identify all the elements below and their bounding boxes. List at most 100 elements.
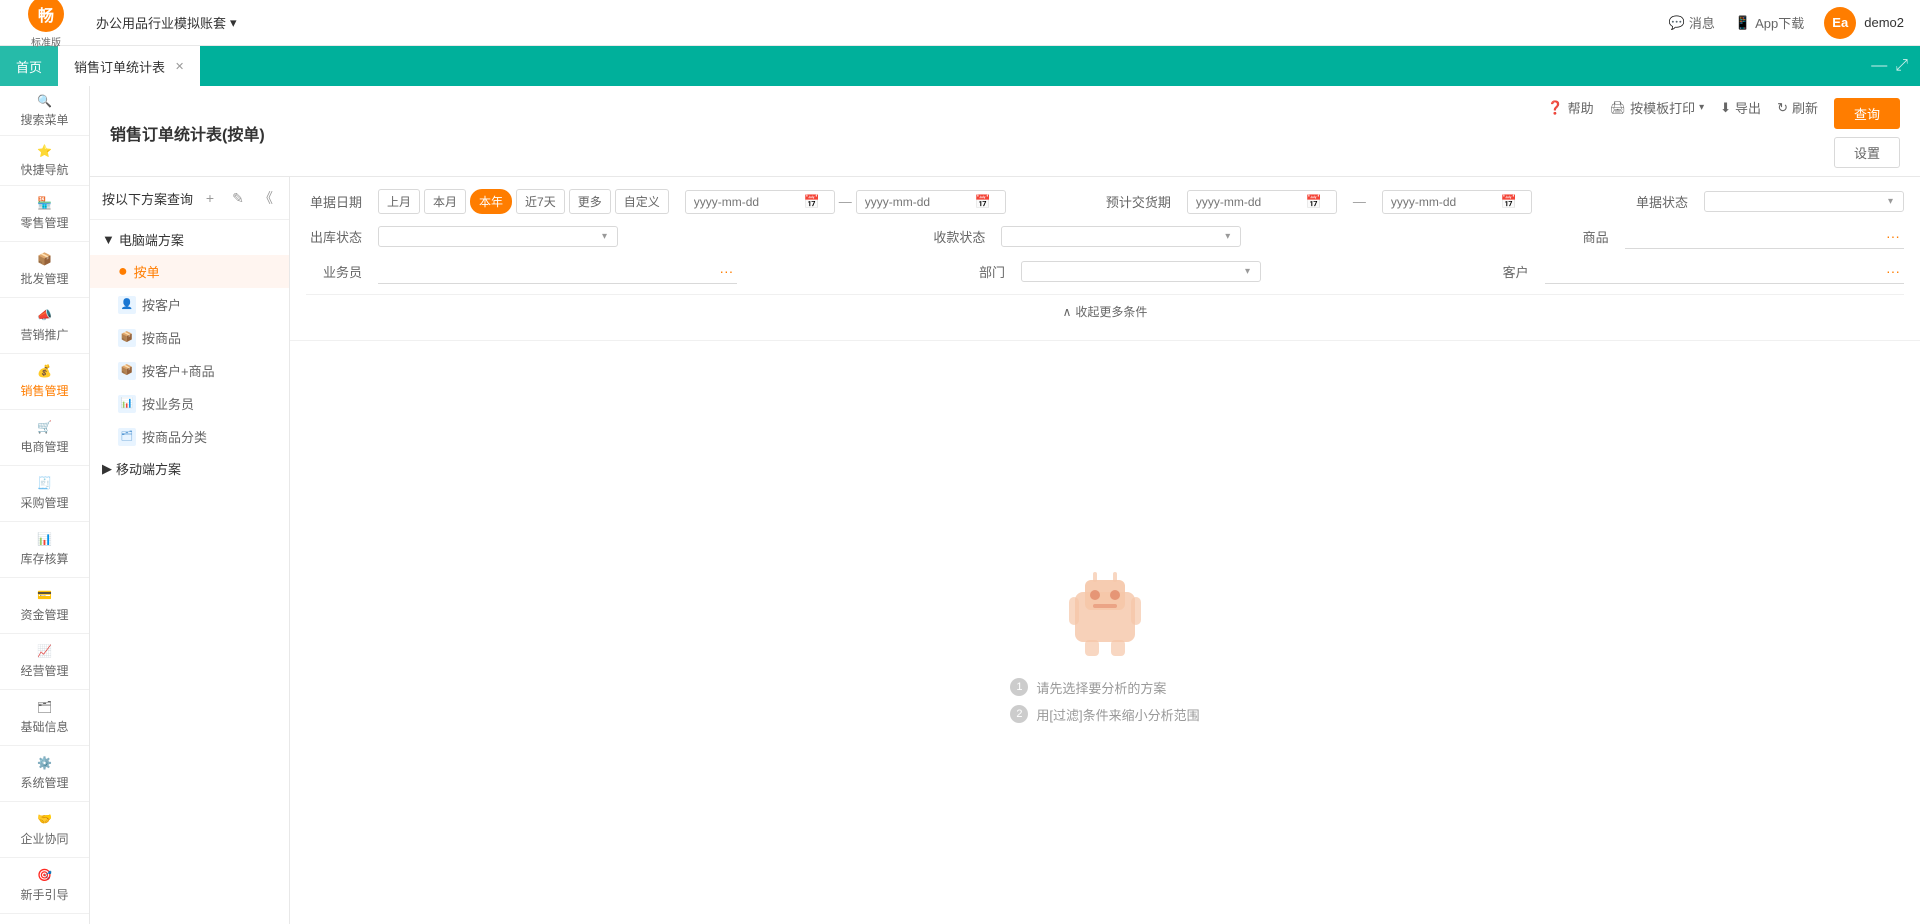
tree-item-by-salesperson[interactable]: 📊 按业务员 [90,387,289,420]
tab-sales-order[interactable]: 销售订单统计表 ✕ [58,46,200,86]
edit-icon: ✎ [232,190,244,207]
sidebar-item-enterprise[interactable]: 🤝 企业协同 [0,802,89,858]
sidebar-item-operations[interactable]: 📈 经营管理 [0,634,89,690]
date-range-inputs: 📅 — 📅 [685,190,1006,214]
by-salesperson-icon: 📊 [118,395,136,413]
sidebar-item-wholesale[interactable]: 📦 批发管理 [0,242,89,298]
sidebar-quick-nav[interactable]: ⭐ 快捷导航 [0,136,89,186]
marketing-icon: 📣 [37,308,52,322]
tree-item-by-customer-product[interactable]: 📦 按客户+商品 [90,354,289,387]
filter-row-1: 单据日期 上月 本月 本年 近7天 更多 自定义 📅 [306,189,1904,214]
department-select[interactable]: ▾ [1021,261,1261,282]
expected-delivery-start-input[interactable] [1196,195,1306,209]
collapse-more-btn[interactable]: ∧ 收起更多条件 [306,294,1904,328]
calendar-start-icon[interactable]: 📅 [804,194,820,210]
customer-input-area[interactable]: ··· [1545,259,1904,284]
tab-minimize-button[interactable]: — [1871,57,1887,75]
print-icon: 🖨 [1610,100,1627,116]
product-ellipsis-btn[interactable]: ··· [1882,224,1904,248]
filter-row-2: 出库状态 ▾ 收款状态 ▾ 商品 [306,224,1904,249]
collapse-icon: 《 [259,188,273,208]
expected-delivery-end[interactable]: 📅 [1382,190,1532,214]
tab-close-icon[interactable]: ✕ [175,60,184,73]
username: demo2 [1864,15,1904,30]
sidebar-quick-nav-label: 快捷导航 [20,161,68,178]
tab-home[interactable]: 首页 [0,46,58,86]
system-icon: ⚙️ [37,756,52,770]
calendar-end-icon[interactable]: 📅 [975,194,991,210]
more-date-btn[interactable]: 更多 [569,189,611,214]
sidebar-item-ecommerce[interactable]: 🛒 电商管理 [0,410,89,466]
pc-group-label: 电脑端方案 [119,230,184,249]
date-start-input-wrap[interactable]: 📅 [685,190,835,214]
tree-item-by-product[interactable]: 📦 按商品 [90,321,289,354]
app-download-icon: 📱 [1735,15,1751,31]
tree-item-by-order[interactable]: ● 按单 [90,255,289,288]
query-button[interactable]: 查询 [1834,98,1900,129]
custom-date-btn[interactable]: 自定义 [615,189,669,214]
sidebar-item-retail[interactable]: 🏪 零售管理 [0,186,89,242]
add-scheme-button[interactable]: + [199,187,221,209]
content-area: 销售订单统计表(按单) ❓ 帮助 🖨 按模板打印 ▾ ⬇ 导出 [90,86,1920,924]
app-download-button[interactable]: 📱 App下载 [1735,13,1804,32]
this-month-btn[interactable]: 本月 [424,189,466,214]
sidebar-item-marketing[interactable]: 📣 营销推广 [0,298,89,354]
tree-item-by-product-category[interactable]: 🗂 按商品分类 [90,420,289,453]
tree-item-by-customer[interactable]: 👤 按客户 [90,288,289,321]
user-menu[interactable]: Ea demo2 [1824,7,1904,39]
scheme-tree: ▼ 电脑端方案 ● 按单 👤 按客户 📦 按商品 [90,220,289,488]
sidebar-item-basic[interactable]: 🗂 基础信息 [0,690,89,746]
settings-button[interactable]: 设置 [1834,137,1900,168]
collapse-label: 收起更多条件 [1075,303,1147,320]
sidebar-item-system[interactable]: ⚙️ 系统管理 [0,746,89,802]
print-button[interactable]: 🖨 按模板打印 ▾ [1610,98,1705,117]
date-end-input[interactable] [865,195,975,209]
page-selector[interactable]: 办公用品行业模拟账套 ▾ [96,13,237,32]
page-selector-dropdown-icon[interactable]: ▾ [230,15,237,31]
avatar: Ea [1824,7,1856,39]
this-year-btn[interactable]: 本年 [470,189,512,214]
page-title: 销售订单统计表(按单) [110,121,265,145]
inventory-icon: 📊 [37,532,52,546]
customer-ellipsis-btn[interactable]: ··· [1882,259,1904,283]
salesperson-input-area[interactable]: ··· [378,259,737,284]
sidebar-item-appcenter[interactable]: 📱 应用中心 [0,914,89,924]
sidebar-item-newuser[interactable]: 🎯 新手引导 [0,858,89,914]
pc-group-expand-icon: ▼ [102,232,115,247]
export-button[interactable]: ⬇ 导出 [1720,98,1761,117]
page-header: 销售订单统计表(按单) ❓ 帮助 🖨 按模板打印 ▾ ⬇ 导出 [90,86,1920,177]
payment-status-select[interactable]: ▾ [1001,226,1241,247]
department-arrow-icon: ▾ [1245,266,1250,277]
date-start-input[interactable] [694,195,804,209]
sidebar-item-inventory[interactable]: 📊 库存核算 [0,522,89,578]
sidebar-item-wholesale-label: 批发管理 [20,270,68,287]
calendar-icon4[interactable]: 📅 [1501,194,1517,210]
filter-row-3: 业务员 ··· 部门 ▾ 客户 ··· [306,259,1904,284]
date-end-input-wrap[interactable]: 📅 [856,190,1006,214]
expected-delivery-label: 预计交货期 [1106,192,1171,211]
salesperson-ellipsis-btn[interactable]: ··· [715,259,737,283]
doc-status-select[interactable]: ▾ [1704,191,1904,212]
calendar-icon3[interactable]: 📅 [1306,194,1322,210]
product-input-area[interactable]: ··· [1625,224,1904,249]
tab-maximize-button[interactable]: ⤢ [1895,57,1908,75]
tree-item-by-product-label: 按商品 [142,328,181,347]
sidebar-item-purchase[interactable]: 🧾 采购管理 [0,466,89,522]
ship-status-select[interactable]: ▾ [378,226,618,247]
help-button[interactable]: ❓ 帮助 [1547,98,1593,117]
message-button[interactable]: 💬 消息 [1669,13,1715,32]
help-label: 帮助 [1568,98,1594,117]
mobile-scheme-group[interactable]: ▶ 移动端方案 [90,453,289,484]
last-month-btn[interactable]: 上月 [378,189,420,214]
last-7-days-btn[interactable]: 近7天 [516,189,565,214]
expected-delivery-end-input[interactable] [1391,195,1501,209]
refresh-button[interactable]: ↻ 刷新 [1777,98,1818,117]
sidebar-search[interactable]: 🔍 搜索菜单 [0,86,89,136]
collapse-up-icon: ∧ [1063,305,1072,319]
expected-delivery-start[interactable]: 📅 [1187,190,1337,214]
sidebar-item-finance[interactable]: 💳 资金管理 [0,578,89,634]
edit-scheme-button[interactable]: ✎ [227,187,249,209]
collapse-panel-button[interactable]: 《 [255,187,277,209]
pc-scheme-group[interactable]: ▼ 电脑端方案 [90,224,289,255]
sidebar-item-sales[interactable]: 💰 销售管理 [0,354,89,410]
